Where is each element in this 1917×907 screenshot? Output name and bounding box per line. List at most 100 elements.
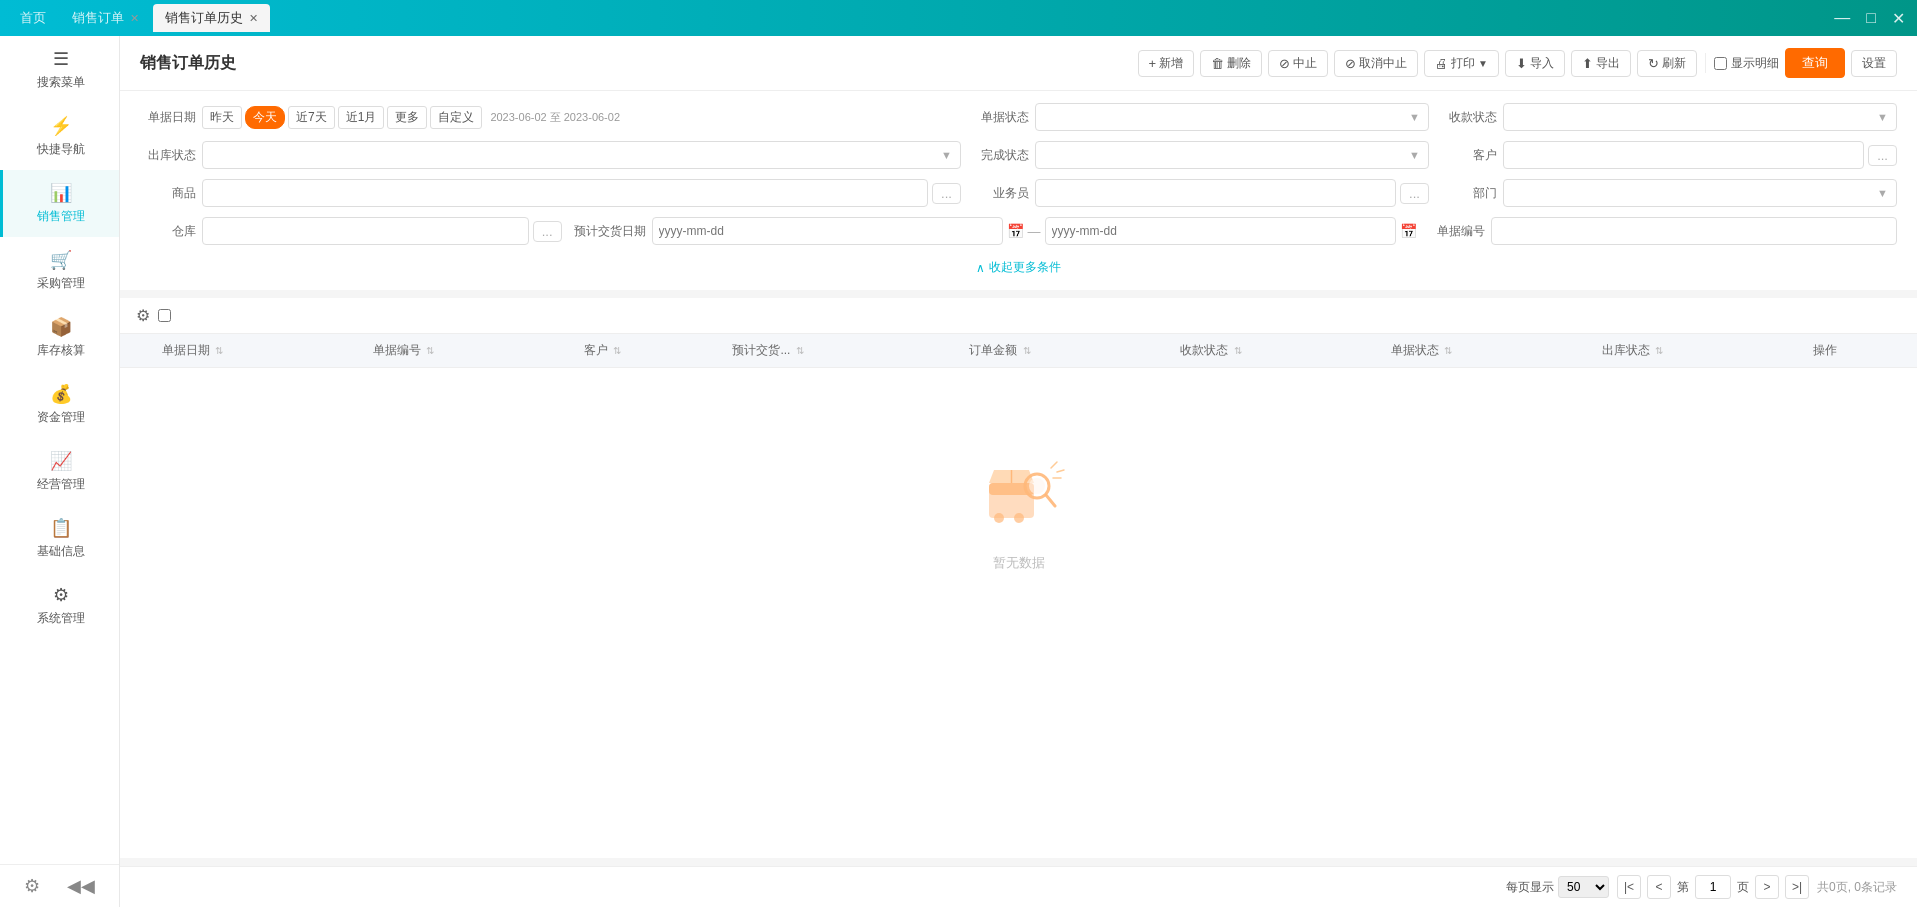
collapse-bar[interactable]: ∧ 收起更多条件 — [140, 255, 1897, 278]
date-1month-btn[interactable]: 近1月 — [338, 106, 385, 129]
tab-sales-order-history[interactable]: 销售订单历史 ✕ — [153, 4, 270, 32]
new-icon: + — [1149, 56, 1157, 71]
top-bar: 首页 销售订单 ✕ 销售订单历史 ✕ — □ ✕ — [0, 0, 1917, 36]
sidebar-collapse-icon[interactable]: ◀◀ — [67, 875, 95, 897]
sidebar-settings-icon[interactable]: ⚙ — [24, 875, 40, 897]
date-today-btn[interactable]: 今天 — [245, 106, 285, 129]
th-checkbox — [120, 334, 152, 368]
th-payment[interactable]: 收款状态 ⇅ — [1170, 334, 1381, 368]
order-no-input[interactable] — [1491, 217, 1897, 245]
customer-picker-button[interactable]: ... — [1868, 145, 1897, 166]
close-window-button[interactable]: ✕ — [1888, 7, 1909, 30]
expected-delivery-end-calendar-icon[interactable]: 📅 — [1400, 223, 1417, 239]
date-custom-btn[interactable]: 自定义 — [430, 106, 482, 129]
th-customer[interactable]: 客户 ⇅ — [574, 334, 723, 368]
minimize-button[interactable]: — — [1830, 7, 1854, 29]
date-more-btn[interactable]: 更多 — [387, 106, 427, 129]
page-number-input[interactable] — [1695, 875, 1731, 899]
sidebar-item-system-mgmt[interactable]: ⚙ 系统管理 — [0, 572, 119, 639]
date-yesterday-btn[interactable]: 昨天 — [202, 106, 242, 129]
sidebar-item-inventory[interactable]: 📦 库存核算 — [0, 304, 119, 371]
page-first-button[interactable]: |< — [1617, 875, 1641, 899]
show-detail-checkbox[interactable] — [1714, 57, 1727, 70]
filter-date-range: 单据日期 昨天 今天 近7天 近1月 更多 自定义 2023-06-02 至 2… — [140, 106, 961, 129]
system-mgmt-icon: ⚙ — [53, 584, 69, 606]
print-button[interactable]: 🖨 打印 ▼ — [1424, 50, 1499, 77]
th-delivery[interactable]: 预计交货... ⇅ — [722, 334, 959, 368]
basic-info-icon: 📋 — [50, 517, 72, 539]
th-date-sort-icon: ⇅ — [215, 345, 223, 356]
sidebar-item-quick-nav-label: 快捷导航 — [37, 141, 85, 158]
customer-input[interactable] — [1503, 141, 1864, 169]
tab-sales-order-close[interactable]: ✕ — [130, 12, 139, 25]
filter-product: 商品 ... — [140, 179, 961, 207]
page-prev-button[interactable]: < — [1647, 875, 1671, 899]
stop-label: 中止 — [1293, 55, 1317, 72]
sidebar-item-operations-label: 经营管理 — [37, 476, 85, 493]
tab-home[interactable]: 首页 — [8, 4, 58, 32]
svg-point-10 — [1014, 513, 1024, 523]
th-payment-label: 收款状态 — [1180, 343, 1228, 357]
show-detail-checkbox-label[interactable]: 显示明细 — [1714, 55, 1779, 72]
th-outbound[interactable]: 出库状态 ⇅ — [1592, 334, 1803, 368]
payment-status-select[interactable]: ▼ — [1503, 103, 1897, 131]
select-all-checkbox[interactable] — [158, 309, 171, 322]
total-info: 共0页, 0条记录 — [1817, 879, 1897, 896]
warehouse-input[interactable] — [202, 217, 529, 245]
new-button[interactable]: + 新增 — [1138, 50, 1195, 77]
sidebar-item-operations[interactable]: 📈 经营管理 — [0, 438, 119, 505]
page-last-button[interactable]: >| — [1785, 875, 1809, 899]
outbound-status-select[interactable]: ▼ — [202, 141, 961, 169]
export-icon: ⬆ — [1582, 56, 1593, 71]
refresh-button[interactable]: ↻ 刷新 — [1637, 50, 1697, 77]
cancel-stop-button[interactable]: ⊘ 取消中止 — [1334, 50, 1418, 77]
filter-completion-status: 完成状态 ▼ — [973, 141, 1429, 169]
sidebar-item-capital-mgmt[interactable]: 💰 资金管理 — [0, 371, 119, 438]
tab-home-label: 首页 — [20, 9, 46, 27]
filter-salesperson: 业务员 ... — [973, 179, 1429, 207]
product-picker-button[interactable]: ... — [932, 183, 961, 204]
expected-delivery-start-input[interactable] — [652, 217, 1003, 245]
export-button[interactable]: ⬆ 导出 — [1571, 50, 1631, 77]
warehouse-picker-button[interactable]: ... — [533, 221, 562, 242]
import-button[interactable]: ⬇ 导入 — [1505, 50, 1565, 77]
sidebar-bottom: ⚙ ◀◀ — [0, 864, 119, 907]
tab-sales-order-history-close[interactable]: ✕ — [249, 12, 258, 25]
expected-delivery-end-input[interactable] — [1045, 217, 1396, 245]
th-no[interactable]: 单据编号 ⇅ — [363, 334, 574, 368]
sidebar-item-sales-mgmt[interactable]: 📊 销售管理 — [0, 170, 119, 237]
salesperson-control: ... — [1035, 179, 1429, 207]
completion-status-select[interactable]: ▼ — [1035, 141, 1429, 169]
sidebar-item-search-menu[interactable]: ☰ 搜索菜单 — [0, 36, 119, 103]
th-amount[interactable]: 订单金额 ⇅ — [959, 334, 1170, 368]
svg-line-7 — [1057, 470, 1064, 472]
department-select[interactable]: ▼ — [1503, 179, 1897, 207]
settings-button[interactable]: 设置 — [1851, 50, 1897, 77]
refresh-icon: ↻ — [1648, 56, 1659, 71]
sidebar-item-purchase-mgmt[interactable]: 🛒 采购管理 — [0, 237, 119, 304]
order-status-label: 单据状态 — [973, 109, 1029, 126]
table-settings-icon[interactable]: ⚙ — [136, 306, 150, 325]
expected-delivery-label: 预计交货日期 — [574, 223, 646, 240]
page-size-select[interactable]: 10 20 50 100 — [1558, 876, 1609, 898]
sidebar-item-basic-info[interactable]: 📋 基础信息 — [0, 505, 119, 572]
salesperson-picker-button[interactable]: ... — [1400, 183, 1429, 204]
th-order-status[interactable]: 单据状态 ⇅ — [1381, 334, 1592, 368]
tab-sales-order-history-label: 销售订单历史 — [165, 9, 243, 27]
maximize-button[interactable]: □ — [1862, 7, 1880, 29]
page-size-label: 每页显示 — [1506, 879, 1554, 896]
th-date[interactable]: 单据日期 ⇅ — [152, 334, 363, 368]
expected-delivery-start-calendar-icon[interactable]: 📅 — [1007, 223, 1024, 239]
delete-button[interactable]: 🗑 删除 — [1200, 50, 1262, 77]
salesperson-input[interactable] — [1035, 179, 1396, 207]
product-input[interactable] — [202, 179, 928, 207]
page-next-button[interactable]: > — [1755, 875, 1779, 899]
order-status-select[interactable]: ▼ — [1035, 103, 1429, 131]
query-button[interactable]: 查询 — [1785, 48, 1845, 78]
date-7days-btn[interactable]: 近7天 — [288, 106, 335, 129]
sidebar-item-quick-nav[interactable]: ⚡ 快捷导航 — [0, 103, 119, 170]
tab-sales-order[interactable]: 销售订单 ✕ — [60, 4, 151, 32]
stop-button[interactable]: ⊘ 中止 — [1268, 50, 1328, 77]
table-toolbar: ⚙ — [120, 298, 1917, 334]
customer-label: 客户 — [1441, 147, 1497, 164]
